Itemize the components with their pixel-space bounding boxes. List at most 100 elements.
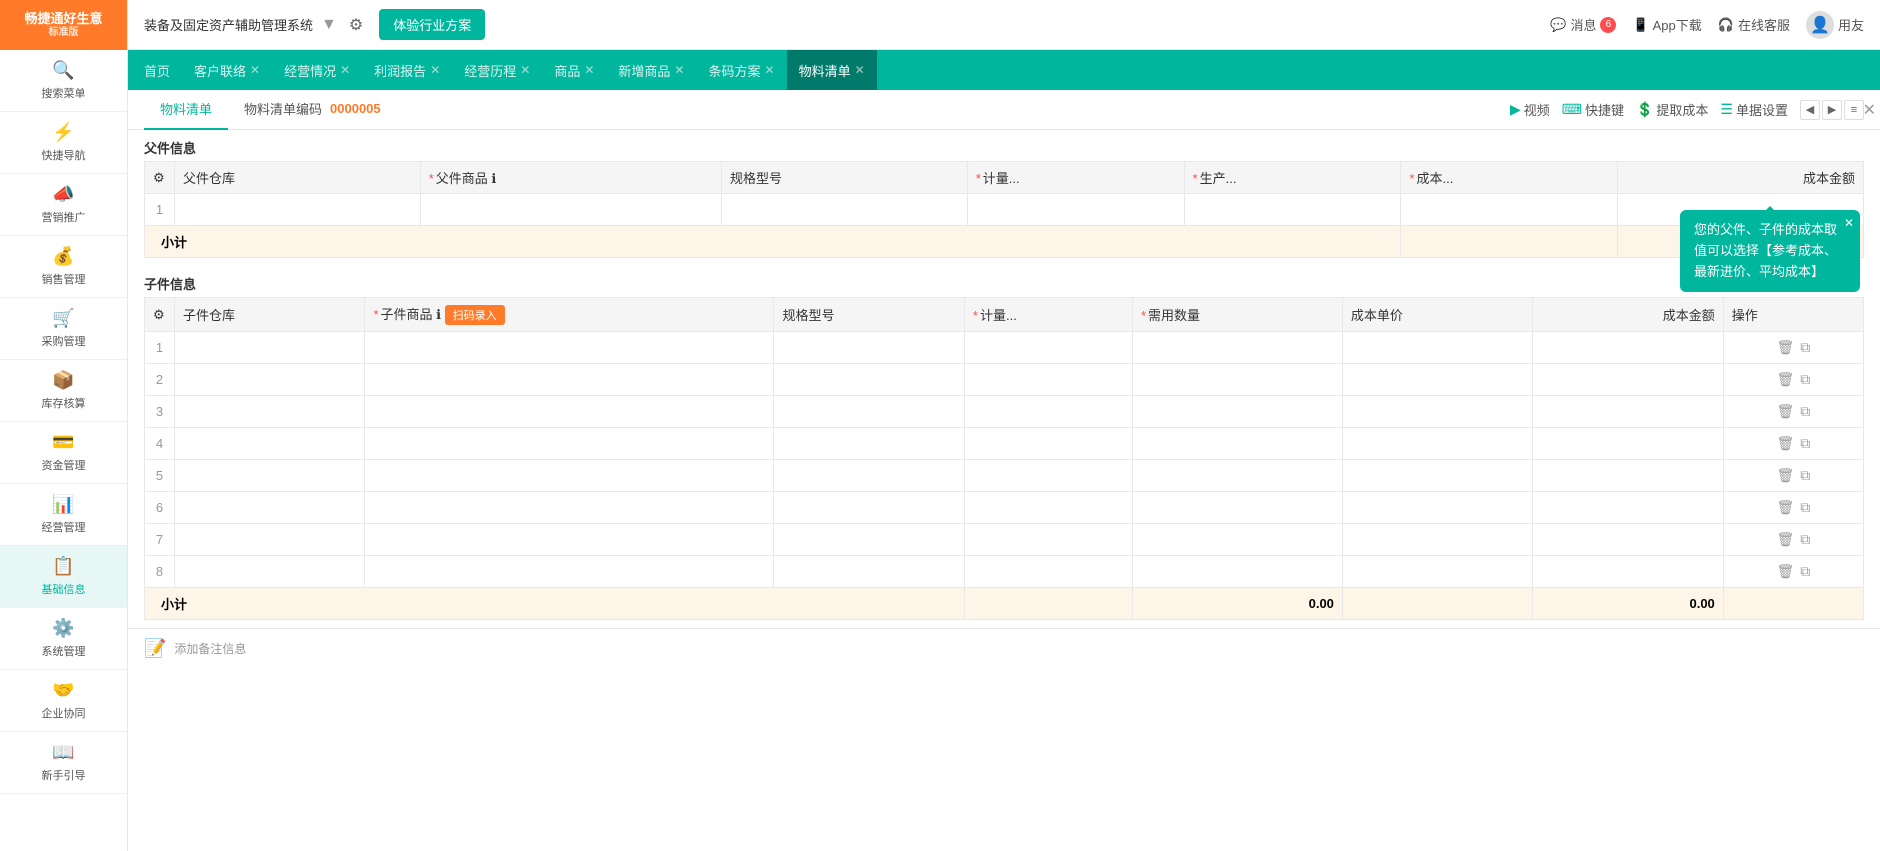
- child-cell-goods-2[interactable]: [365, 364, 774, 396]
- child-cell-spec-2[interactable]: [774, 364, 964, 396]
- child-cell-qty-6[interactable]: [1132, 492, 1342, 524]
- tab-goods[interactable]: 商品 ✕: [542, 50, 606, 90]
- delete-icon[interactable]: 🗑: [1777, 339, 1795, 356]
- child-cell-price-6[interactable]: [1342, 492, 1532, 524]
- scan-input-button[interactable]: 扫码录入: [445, 305, 505, 325]
- sub-tab-list[interactable]: 物料清单: [144, 90, 228, 130]
- child-cell-qty-3[interactable]: [1132, 396, 1342, 428]
- tab-bom[interactable]: 物料清单 ✕: [787, 50, 877, 90]
- gear-icon[interactable]: ⚙: [349, 15, 363, 35]
- child-cell-price-8[interactable]: [1342, 556, 1532, 588]
- sidebar-item-system[interactable]: ⚙️ 系统管理: [0, 608, 127, 670]
- sidebar-item-marketing[interactable]: 📣 营销推广: [0, 174, 127, 236]
- copy-icon[interactable]: ⧉: [1800, 563, 1810, 580]
- nav-list-button[interactable]: ≡: [1844, 100, 1864, 120]
- parent-cell-warehouse[interactable]: [175, 194, 421, 226]
- copy-icon[interactable]: ⧉: [1800, 435, 1810, 452]
- child-cell-unit-7[interactable]: [964, 524, 1132, 556]
- child-cell-warehouse-8[interactable]: [175, 556, 365, 588]
- child-cell-price-7[interactable]: [1342, 524, 1532, 556]
- delete-icon[interactable]: 🗑: [1777, 435, 1795, 452]
- delete-icon[interactable]: 🗑: [1777, 563, 1795, 580]
- action-cost[interactable]: 💲 提取成本: [1636, 100, 1708, 119]
- parent-col-gear[interactable]: ⚙: [145, 162, 175, 194]
- child-cell-unit-4[interactable]: [964, 428, 1132, 460]
- child-cell-unit-5[interactable]: [964, 460, 1132, 492]
- copy-icon[interactable]: ⧉: [1800, 339, 1810, 356]
- child-cell-goods-3[interactable]: [365, 396, 774, 428]
- copy-icon[interactable]: ⧉: [1800, 499, 1810, 516]
- child-cell-price-5[interactable]: [1342, 460, 1532, 492]
- tab-customer[interactable]: 客户联络 ✕: [182, 50, 272, 90]
- tab-close-icon[interactable]: ✕: [250, 63, 260, 77]
- child-cell-unit-3[interactable]: [964, 396, 1132, 428]
- app-download-item[interactable]: 📱 App下载: [1632, 15, 1701, 34]
- dropdown-arrow-icon[interactable]: ▼: [321, 16, 337, 34]
- content-close-icon[interactable]: ✕: [1863, 100, 1876, 120]
- child-cell-warehouse-1[interactable]: [175, 332, 365, 364]
- child-cell-qty-8[interactable]: [1132, 556, 1342, 588]
- sidebar-item-collab[interactable]: 🤝 企业协同: [0, 670, 127, 732]
- sidebar-item-guide[interactable]: 📖 新手引导: [0, 732, 127, 794]
- child-cell-unit-6[interactable]: [964, 492, 1132, 524]
- sidebar-item-quicknav[interactable]: ⚡ 快捷导航: [0, 112, 127, 174]
- delete-icon[interactable]: 🗑: [1777, 371, 1795, 388]
- child-cell-goods-6[interactable]: [365, 492, 774, 524]
- child-cell-spec-5[interactable]: [774, 460, 964, 492]
- child-cell-spec-7[interactable]: [774, 524, 964, 556]
- sidebar-item-search[interactable]: 🔍 搜索菜单: [0, 50, 127, 112]
- child-cell-qty-1[interactable]: [1132, 332, 1342, 364]
- tab-barcode[interactable]: 条码方案 ✕: [696, 50, 786, 90]
- nav-prev-button[interactable]: ◀: [1800, 100, 1820, 120]
- parent-cell-goods[interactable]: [420, 194, 721, 226]
- child-cell-spec-8[interactable]: [774, 556, 964, 588]
- tab-close-icon[interactable]: ✕: [584, 63, 594, 77]
- parent-cell-unit[interactable]: [967, 194, 1184, 226]
- parent-cell-spec[interactable]: [722, 194, 968, 226]
- sidebar-item-operations[interactable]: 📊 经营管理: [0, 484, 127, 546]
- tab-close-icon[interactable]: ✕: [430, 63, 440, 77]
- user-item[interactable]: 👤 用友: [1806, 11, 1864, 39]
- child-cell-spec-3[interactable]: [774, 396, 964, 428]
- action-view[interactable]: ▶ 视频: [1510, 100, 1550, 119]
- copy-icon[interactable]: ⧉: [1800, 371, 1810, 388]
- child-cell-price-2[interactable]: [1342, 364, 1532, 396]
- child-cell-goods-4[interactable]: [365, 428, 774, 460]
- copy-icon[interactable]: ⧉: [1800, 531, 1810, 548]
- child-cell-price-3[interactable]: [1342, 396, 1532, 428]
- parent-cell-cost[interactable]: [1401, 194, 1618, 226]
- action-shortcut[interactable]: ⌨ 快捷键: [1562, 100, 1624, 119]
- child-cell-qty-7[interactable]: [1132, 524, 1342, 556]
- tab-close-icon[interactable]: ✕: [765, 63, 775, 77]
- delete-icon[interactable]: 🗑: [1777, 467, 1795, 484]
- tab-new-goods[interactable]: 新增商品 ✕: [606, 50, 696, 90]
- tab-profit[interactable]: 利润报告 ✕: [362, 50, 452, 90]
- tooltip-close-button[interactable]: ✕: [1844, 214, 1854, 233]
- child-cell-spec-1[interactable]: [774, 332, 964, 364]
- copy-icon[interactable]: ⧉: [1800, 467, 1810, 484]
- bottom-bar-text[interactable]: 添加备注信息: [174, 640, 246, 657]
- parent-cell-production[interactable]: [1184, 194, 1401, 226]
- child-cell-warehouse-6[interactable]: [175, 492, 365, 524]
- child-cell-spec-4[interactable]: [774, 428, 964, 460]
- message-item[interactable]: 💬 消息 6: [1550, 15, 1616, 34]
- delete-icon[interactable]: 🗑: [1777, 403, 1795, 420]
- copy-icon[interactable]: ⧉: [1800, 403, 1810, 420]
- child-col-gear[interactable]: ⚙: [145, 298, 175, 332]
- tab-close-icon[interactable]: ✕: [855, 63, 865, 77]
- action-single-setting[interactable]: ☰ 单据设置: [1720, 100, 1788, 119]
- child-cell-goods-1[interactable]: [365, 332, 774, 364]
- child-cell-warehouse-4[interactable]: [175, 428, 365, 460]
- child-cell-qty-5[interactable]: [1132, 460, 1342, 492]
- child-cell-qty-2[interactable]: [1132, 364, 1342, 396]
- sidebar-item-basic[interactable]: 📋 基础信息: [0, 546, 127, 608]
- child-cell-unit-2[interactable]: [964, 364, 1132, 396]
- tab-home[interactable]: 首页: [132, 50, 182, 90]
- child-cell-warehouse-2[interactable]: [175, 364, 365, 396]
- child-cell-spec-6[interactable]: [774, 492, 964, 524]
- child-cell-qty-4[interactable]: [1132, 428, 1342, 460]
- child-cell-warehouse-7[interactable]: [175, 524, 365, 556]
- tab-operation[interactable]: 经营情况 ✕: [272, 50, 362, 90]
- sidebar-item-finance[interactable]: 💳 资金管理: [0, 422, 127, 484]
- delete-icon[interactable]: 🗑: [1777, 531, 1795, 548]
